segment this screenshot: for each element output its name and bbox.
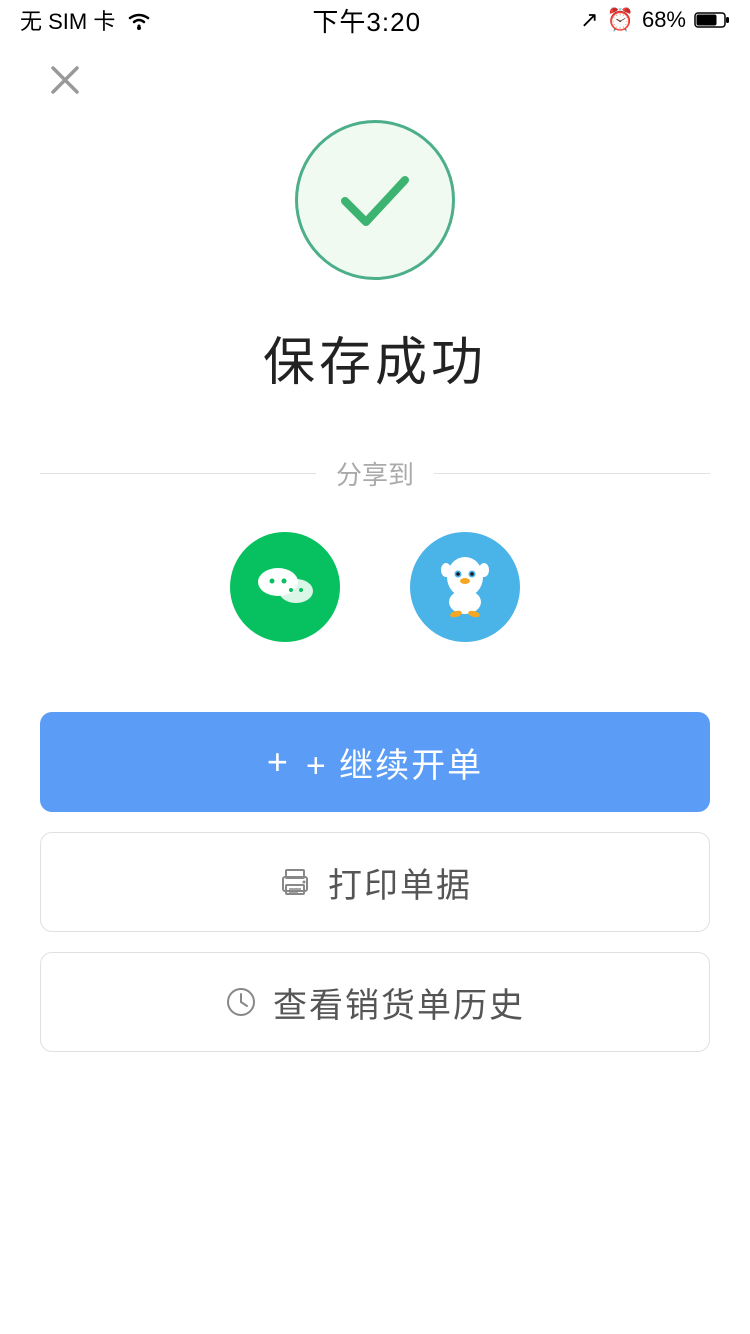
battery-icon (694, 11, 730, 29)
close-icon (47, 62, 83, 98)
qq-logo (433, 552, 498, 622)
wechat-share-button[interactable] (230, 532, 340, 642)
success-circle (295, 120, 455, 280)
wechat-logo (250, 557, 320, 617)
buttons-section: + + 继续开单 打印单据 查看销货单历史 (0, 712, 750, 1052)
main-content: 保存成功 分享到 (0, 40, 750, 1052)
status-right: ↗ ⏰ 68% (580, 7, 730, 33)
status-bar: 无 SIM 卡 下午3:20 ↗ ⏰ 68% (0, 0, 750, 40)
divider-left (40, 473, 316, 474)
no-sim-text: 无 SIM 卡 (20, 4, 115, 36)
qq-share-button[interactable] (410, 532, 520, 642)
clock-icon (225, 986, 257, 1018)
location-icon: ↗ (580, 7, 598, 33)
print-button[interactable]: 打印单据 (40, 832, 710, 932)
history-label: 查看销货单历史 (273, 978, 525, 1027)
status-left: 无 SIM 卡 (20, 4, 153, 36)
battery-percent: 68% (642, 7, 686, 33)
share-section: 分享到 (0, 455, 750, 642)
status-time: 下午3:20 (312, 2, 421, 39)
success-title: 保存成功 (263, 320, 487, 395)
checkmark-icon (330, 155, 420, 245)
share-icons (230, 532, 520, 642)
plus-icon: + (267, 741, 290, 783)
printer-icon (278, 867, 312, 897)
share-divider: 分享到 (0, 455, 750, 492)
print-label: 打印单据 (328, 858, 472, 907)
share-label: 分享到 (316, 455, 434, 492)
wifi-icon (125, 10, 153, 30)
divider-right (434, 473, 710, 474)
history-button[interactable]: 查看销货单历史 (40, 952, 710, 1052)
continue-button[interactable]: + + 继续开单 (40, 712, 710, 812)
close-button[interactable] (40, 55, 90, 105)
continue-label: + 继续开单 (306, 738, 483, 787)
alarm-icon: ⏰ (607, 7, 634, 33)
